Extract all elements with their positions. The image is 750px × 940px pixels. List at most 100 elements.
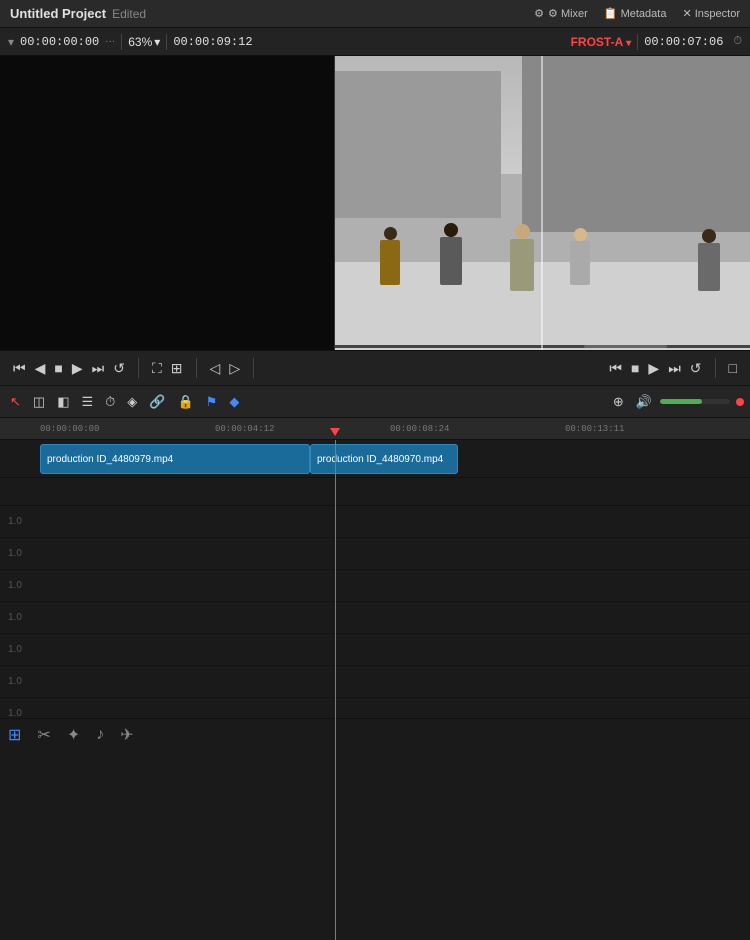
- tc-mark-0: 00:00:00:00: [40, 424, 99, 434]
- tools-row: ↖ ◫ ◧ ☰ ⏱ ◈ 🔗 🔒 ⚑ ◆ ⊕ 🔊: [0, 386, 750, 418]
- title-section: Untitled Project Edited: [10, 6, 146, 21]
- chevron-down-icon[interactable]: ▾: [8, 35, 14, 49]
- tab-cut[interactable]: ✂: [37, 725, 50, 745]
- title-bar: Untitled Project Edited ⚙ ⚙ Mixer 📋 Meta…: [0, 0, 750, 28]
- color-label[interactable]: FROST-A ▾: [571, 35, 632, 49]
- r-go-to-end-button[interactable]: ⏭: [665, 358, 684, 379]
- go-to-start-button[interactable]: ⏮: [10, 358, 29, 379]
- person-3: [510, 224, 534, 291]
- timecode-middle: 00:00:09:12: [173, 35, 252, 49]
- blade-tool-button[interactable]: ☰: [78, 391, 98, 413]
- transform-tool-button[interactable]: ◈: [123, 391, 141, 413]
- play-button[interactable]: ▶: [69, 358, 86, 379]
- extra-controls: □: [720, 358, 746, 378]
- edited-label: Edited: [112, 7, 146, 21]
- mixer-menu-item[interactable]: ⚙ ⚙ Mixer: [534, 7, 588, 20]
- monitor-button[interactable]: □: [726, 358, 740, 378]
- trim-roll-tool-button[interactable]: ◧: [53, 391, 73, 413]
- tab-effects[interactable]: ✦: [67, 725, 80, 745]
- audio-track-3: 1.0: [0, 570, 750, 602]
- preview-playhead: [541, 56, 543, 350]
- audio-track-5-label: 1.0: [8, 644, 22, 655]
- inspector-menu-item[interactable]: ✕ Inspector: [682, 7, 740, 20]
- timecode-left: 00:00:00:00: [20, 35, 99, 49]
- cursor-tool-button[interactable]: ↖: [6, 391, 25, 413]
- nav-next-button[interactable]: ▷: [226, 358, 243, 379]
- clip-2-label: production ID_4480970.mp4: [317, 454, 443, 465]
- clip-2[interactable]: production ID_4480970.mp4: [310, 444, 458, 474]
- scene-building: [522, 56, 750, 232]
- tab-audio[interactable]: ♪: [96, 726, 104, 744]
- volume-dot: [736, 398, 744, 406]
- preview-scene: [335, 56, 750, 350]
- volume-fill: [660, 399, 702, 404]
- audio-track-4: 1.0: [0, 602, 750, 634]
- audio-track-6: 1.0: [0, 666, 750, 698]
- flag-tool-button[interactable]: ⚑: [202, 391, 222, 413]
- go-to-end-button[interactable]: ⏭: [89, 358, 108, 379]
- audio-icon[interactable]: 🔊: [632, 391, 656, 413]
- preview-left: [0, 56, 335, 350]
- loop-button[interactable]: ↺: [110, 358, 128, 379]
- audio-track-3-label: 1.0: [8, 580, 22, 591]
- nav-prev-button[interactable]: ◁: [207, 358, 224, 379]
- volume-bar[interactable]: [660, 399, 730, 404]
- lock-tool-button[interactable]: 🔒: [173, 391, 197, 413]
- toolbar-dots: ···: [105, 36, 115, 47]
- right-transport: ⏮ ■ ▶ ⏭ ↺: [600, 358, 710, 379]
- ctrl-divider-1: [138, 358, 139, 378]
- link-tool-button[interactable]: 🔗: [145, 391, 169, 413]
- audio-track-1: 1.0: [0, 506, 750, 538]
- toolbar-sep-2: [166, 34, 167, 50]
- clip-track: production ID_4480979.mp4 production ID_…: [0, 440, 750, 478]
- preview-area: [0, 56, 750, 351]
- toolbar-sep-3: [637, 34, 638, 50]
- ctrl-divider-2: [196, 358, 197, 378]
- playhead-triangle: [330, 428, 340, 436]
- retime-tool-button[interactable]: ⏱: [101, 391, 119, 413]
- view-controls: ⛶ ⊞: [143, 358, 192, 379]
- trim-ripple-tool-button[interactable]: ◫: [29, 391, 49, 413]
- audio-track-6-label: 1.0: [8, 676, 22, 687]
- tab-media[interactable]: ⊞: [8, 725, 21, 745]
- clip-1-label: production ID_4480979.mp4: [47, 454, 173, 465]
- audio-track-5: 1.0: [0, 634, 750, 666]
- zoom-control[interactable]: 63% ▾: [128, 35, 160, 49]
- fullscreen-button[interactable]: ⛶: [149, 358, 165, 379]
- timecode-bar: 00:00:00:00 00:00:04:12 00:00:08:24 00:0…: [0, 418, 750, 440]
- top-menu: ⚙ ⚙ Mixer 📋 Metadata ✕ Inspector: [534, 7, 740, 20]
- person-1: [380, 227, 400, 285]
- r-go-to-start-button[interactable]: ⏮: [606, 358, 625, 379]
- snap-button[interactable]: ⊕: [609, 391, 628, 413]
- scene-building-2: [335, 71, 501, 218]
- toolbar-sep-1: [121, 34, 122, 50]
- r-stop-button[interactable]: ■: [628, 358, 642, 378]
- step-back-button[interactable]: ◀: [32, 358, 49, 379]
- project-title: Untitled Project: [10, 6, 106, 21]
- metadata-menu-item[interactable]: 📋 Metadata: [604, 7, 667, 20]
- audio-track-4-label: 1.0: [8, 612, 22, 623]
- stop-button[interactable]: ■: [51, 358, 65, 378]
- clip-1[interactable]: production ID_4480979.mp4: [40, 444, 310, 474]
- audio-track-2-label: 1.0: [8, 548, 22, 559]
- ctrl-divider-3: [253, 358, 254, 378]
- timecode-right: 00:00:07:06: [644, 35, 723, 49]
- preview-scrollbar[interactable]: [335, 345, 750, 348]
- person-4: [570, 228, 590, 285]
- left-transport: ⏮ ◀ ■ ▶ ⏭ ↺: [4, 358, 134, 379]
- r-loop-button[interactable]: ↺: [687, 358, 705, 379]
- audio-track-2: 1.0: [0, 538, 750, 570]
- tab-deliver[interactable]: ✈: [120, 725, 133, 745]
- view-toggle-button[interactable]: ⊞: [168, 358, 186, 379]
- timeline-area: 00:00:00:00 00:00:04:12 00:00:08:24 00:0…: [0, 418, 750, 738]
- toolbar-row: ▾ 00:00:00:00 ··· 63% ▾ 00:00:09:12 FROS…: [0, 28, 750, 56]
- preview-right: [335, 56, 750, 350]
- preview-scrollbar-thumb: [584, 345, 667, 348]
- r-play-button[interactable]: ▶: [645, 358, 662, 379]
- audio-track-1-label: 1.0: [8, 516, 22, 527]
- nav-controls: ◁ ▷: [201, 358, 250, 379]
- marker-tool-button[interactable]: ◆: [225, 391, 243, 413]
- ctrl-divider-4: [715, 358, 716, 378]
- person-5: [698, 229, 720, 291]
- bottom-tabs: ⊞ ✂ ✦ ♪ ✈: [0, 718, 750, 750]
